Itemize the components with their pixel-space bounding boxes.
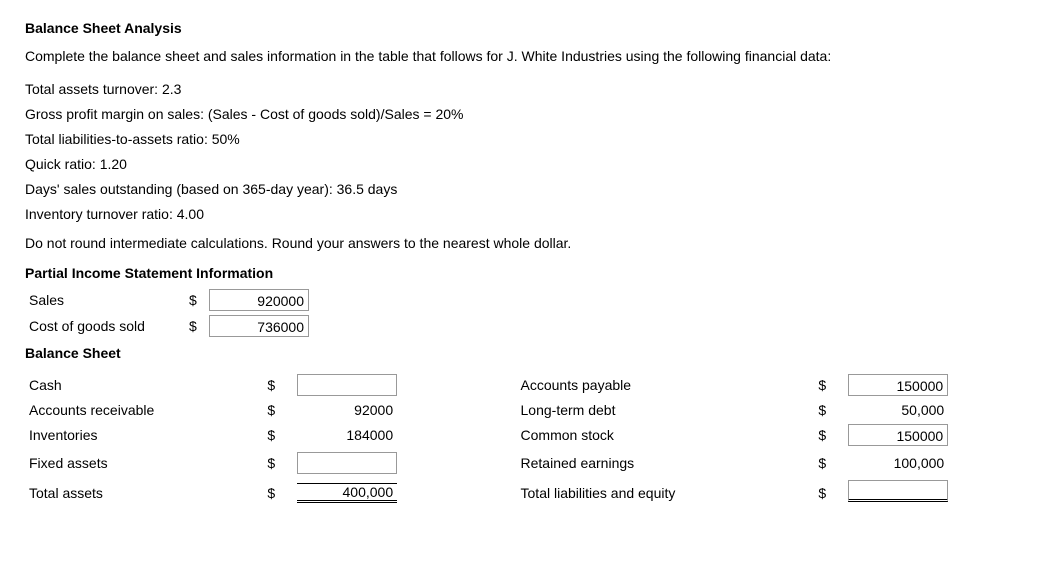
note-text: Do not round intermediate calculations. … [25, 235, 1023, 251]
sales-value: 920000 [209, 289, 309, 311]
balance-sheet-table: Cash $ Accounts payable $ 150000 Account… [25, 371, 1023, 508]
bs-dollar-total-le: $ [814, 477, 844, 508]
income-dollar-sales: $ [185, 287, 205, 313]
bs-dollar-total-assets: $ [263, 477, 293, 508]
data-line-1: Total assets turnover: 2.3 [25, 79, 1023, 100]
bs-row-total-assets: Total assets $ 400,000 Total liabilities… [25, 477, 1023, 508]
bs-value-cash[interactable] [293, 371, 472, 399]
balance-sheet-title: Balance Sheet [25, 345, 1023, 361]
page-title: Balance Sheet Analysis [25, 20, 1023, 36]
re-value: 100,000 [848, 455, 948, 471]
bs-label-cs: Common stock [517, 421, 815, 449]
data-line-4: Quick ratio: 1.20 [25, 154, 1023, 175]
total-le-input[interactable] [848, 480, 948, 502]
ar-value: 92000 [297, 402, 397, 418]
data-line-3: Total liabilities-to-assets ratio: 50% [25, 129, 1023, 150]
bs-row-inventories: Inventories $ 184000 Common stock $ 1500… [25, 421, 1023, 449]
bs-value-ap: 150000 [844, 371, 1023, 399]
bs-label-fixed: Fixed assets [25, 449, 263, 477]
bs-dollar-ltd: $ [814, 399, 844, 421]
bs-value-total-le[interactable] [844, 477, 1023, 508]
data-line-6: Inventory turnover ratio: 4.00 [25, 204, 1023, 225]
bs-value-ltd: 50,000 [844, 399, 1023, 421]
bs-value-total-assets: 400,000 [293, 477, 472, 508]
bs-value-ar: 92000 [293, 399, 472, 421]
bs-value-re: 100,000 [844, 449, 1023, 477]
bs-dollar-re: $ [814, 449, 844, 477]
bs-dollar-inventories: $ [263, 421, 293, 449]
bs-dollar-cs: $ [814, 421, 844, 449]
cs-value: 150000 [848, 424, 948, 446]
bs-label-total-assets: Total assets [25, 477, 263, 508]
bs-label-ar: Accounts receivable [25, 399, 263, 421]
data-line-5: Days' sales outstanding (based on 365-da… [25, 179, 1023, 200]
income-table: Sales $ 920000 Cost of goods sold $ 7360… [25, 287, 325, 339]
bs-row-cash: Cash $ Accounts payable $ 150000 [25, 371, 1023, 399]
bs-label-cash: Cash [25, 371, 263, 399]
bs-dollar-cash: $ [263, 371, 293, 399]
bs-value-fixed[interactable] [293, 449, 472, 477]
intro-text: Complete the balance sheet and sales inf… [25, 46, 1023, 67]
bs-dollar-ar: $ [263, 399, 293, 421]
bs-label-ap: Accounts payable [517, 371, 815, 399]
inventories-value: 184000 [297, 427, 397, 443]
ap-value: 150000 [848, 374, 948, 396]
income-dollar-cogs: $ [185, 313, 205, 339]
financial-data-list: Total assets turnover: 2.3 Gross profit … [25, 79, 1023, 225]
bs-label-total-le: Total liabilities and equity [517, 477, 815, 508]
total-assets-value: 400,000 [297, 483, 397, 503]
income-value-sales: 920000 [205, 287, 325, 313]
income-row-cogs: Cost of goods sold $ 736000 [25, 313, 325, 339]
income-value-cogs: 736000 [205, 313, 325, 339]
cogs-value: 736000 [209, 315, 309, 337]
bs-row-fixed: Fixed assets $ Retained earnings $ 100,0… [25, 449, 1023, 477]
income-row-sales: Sales $ 920000 [25, 287, 325, 313]
bs-value-inventories: 184000 [293, 421, 472, 449]
income-label-sales: Sales [25, 287, 185, 313]
data-line-2: Gross profit margin on sales: (Sales - C… [25, 104, 1023, 125]
bs-label-ltd: Long-term debt [517, 399, 815, 421]
bs-value-cs: 150000 [844, 421, 1023, 449]
bs-label-re: Retained earnings [517, 449, 815, 477]
bs-dollar-ap: $ [814, 371, 844, 399]
bs-dollar-fixed: $ [263, 449, 293, 477]
bs-label-inventories: Inventories [25, 421, 263, 449]
bs-row-ar: Accounts receivable $ 92000 Long-term de… [25, 399, 1023, 421]
fixed-assets-input[interactable] [297, 452, 397, 474]
ltd-value: 50,000 [848, 402, 948, 418]
income-label-cogs: Cost of goods sold [25, 313, 185, 339]
income-section-title: Partial Income Statement Information [25, 265, 1023, 281]
cash-input[interactable] [297, 374, 397, 396]
